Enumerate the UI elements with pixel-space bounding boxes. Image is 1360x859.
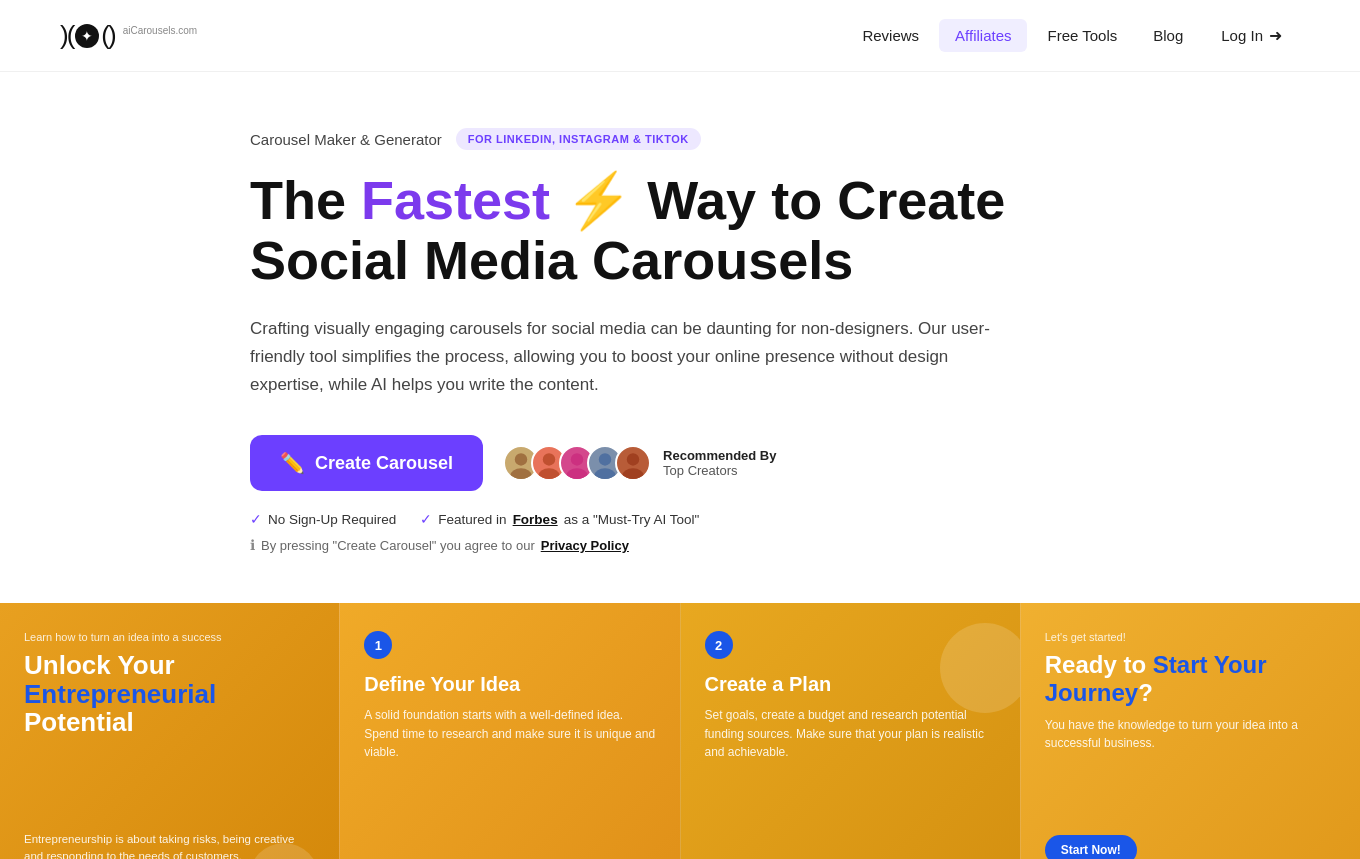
edit-icon: ✏️ bbox=[280, 451, 305, 475]
header: )( ✦ () aiCarousels.com Reviews Affiliat… bbox=[0, 0, 1360, 72]
info-icon: ℹ bbox=[250, 537, 255, 553]
forbes-link[interactable]: Forbes bbox=[513, 512, 558, 527]
card3-body: Set goals, create a budget and research … bbox=[705, 706, 996, 762]
create-carousel-button[interactable]: ✏️ Create Carousel bbox=[250, 435, 483, 491]
showcase-card-4: Let's get started! Ready to Start Your J… bbox=[1020, 603, 1360, 859]
card1-label: Learn how to turn an idea into a success bbox=[24, 631, 315, 643]
showcase-card-2: 1 Define Your Idea A solid foundation st… bbox=[339, 603, 679, 859]
platform-badge: FOR LINKEDIN, INSTAGRAM & TIKTOK bbox=[456, 128, 701, 150]
card2-number-badge: 1 bbox=[364, 631, 392, 659]
svg-point-6 bbox=[599, 453, 611, 465]
showcase-card-3: 2 Create a Plan Set goals, create a budg… bbox=[680, 603, 1020, 859]
svg-point-5 bbox=[566, 468, 587, 481]
card2-body: A solid foundation starts with a well-de… bbox=[364, 706, 655, 762]
svg-point-1 bbox=[510, 468, 531, 481]
showcase-card-1: Learn how to turn an idea into a success… bbox=[0, 603, 339, 859]
hero-section: Carousel Maker & Generator FOR LINKEDIN,… bbox=[190, 72, 1170, 593]
card4-start-button[interactable]: Start Now! bbox=[1045, 835, 1137, 859]
privacy-policy-link[interactable]: Privacy Policy bbox=[541, 538, 629, 553]
trust-no-signup: ✓ No Sign-Up Required bbox=[250, 511, 396, 527]
avatar-5 bbox=[615, 445, 651, 481]
trust-forbes: ✓ Featured in Forbes as a "Must-Try AI T… bbox=[420, 511, 699, 527]
hero-description: Crafting visually engaging carousels for… bbox=[250, 315, 990, 399]
hero-subtitle: Carousel Maker & Generator bbox=[250, 131, 442, 148]
logo-text: aiCarousels.com bbox=[123, 25, 197, 46]
check-icon-1: ✓ bbox=[250, 511, 262, 527]
logo-center-icon: ✦ bbox=[75, 24, 99, 48]
card1-title: Unlock Your Entrepreneurial Potential bbox=[24, 651, 315, 737]
showcase-section: Learn how to turn an idea into a success… bbox=[0, 603, 1360, 859]
card4-title: Ready to Start Your Journey? bbox=[1045, 651, 1336, 706]
bracket-left-icon: )( bbox=[60, 20, 73, 51]
main-nav: Reviews Affiliates Free Tools Blog Log I… bbox=[846, 18, 1300, 53]
svg-point-0 bbox=[515, 453, 527, 465]
svg-point-9 bbox=[622, 468, 643, 481]
recommended-block: Recommended By Top Creators bbox=[503, 445, 776, 481]
privacy-row: ℹ By pressing "Create Carousel" you agre… bbox=[250, 537, 1110, 553]
bracket-right-icon: () bbox=[101, 20, 114, 51]
nav-free-tools[interactable]: Free Tools bbox=[1031, 19, 1133, 52]
svg-point-4 bbox=[571, 453, 583, 465]
svg-point-2 bbox=[543, 453, 555, 465]
hero-title: The Fastest ⚡ Way to Create Social Media… bbox=[250, 170, 1110, 291]
lightning-icon: ⚡ bbox=[550, 170, 632, 230]
svg-point-3 bbox=[538, 468, 559, 481]
avatar-stack bbox=[503, 445, 651, 481]
svg-point-8 bbox=[627, 453, 639, 465]
logo[interactable]: )( ✦ () aiCarousels.com bbox=[60, 20, 197, 51]
nav-reviews[interactable]: Reviews bbox=[846, 19, 935, 52]
svg-point-7 bbox=[594, 468, 615, 481]
logo-icon: )( ✦ () bbox=[60, 20, 115, 51]
card4-small-text: Let's get started! bbox=[1045, 631, 1336, 643]
nav-blog[interactable]: Blog bbox=[1137, 19, 1199, 52]
hero-label-row: Carousel Maker & Generator FOR LINKEDIN,… bbox=[250, 128, 1110, 150]
login-button[interactable]: Log In ➜ bbox=[1203, 18, 1300, 53]
fastest-text: Fastest bbox=[361, 170, 550, 230]
cta-row: ✏️ Create Carousel bbox=[250, 435, 1110, 491]
login-arrow-icon: ➜ bbox=[1269, 26, 1282, 45]
trust-row: ✓ No Sign-Up Required ✓ Featured in Forb… bbox=[250, 511, 1110, 527]
check-icon-2: ✓ bbox=[420, 511, 432, 527]
nav-affiliates[interactable]: Affiliates bbox=[939, 19, 1027, 52]
card2-title: Define Your Idea bbox=[364, 673, 655, 696]
card3-number-badge: 2 bbox=[705, 631, 733, 659]
card4-body: You have the knowledge to turn your idea… bbox=[1045, 716, 1336, 752]
recommended-text: Recommended By Top Creators bbox=[663, 448, 776, 478]
